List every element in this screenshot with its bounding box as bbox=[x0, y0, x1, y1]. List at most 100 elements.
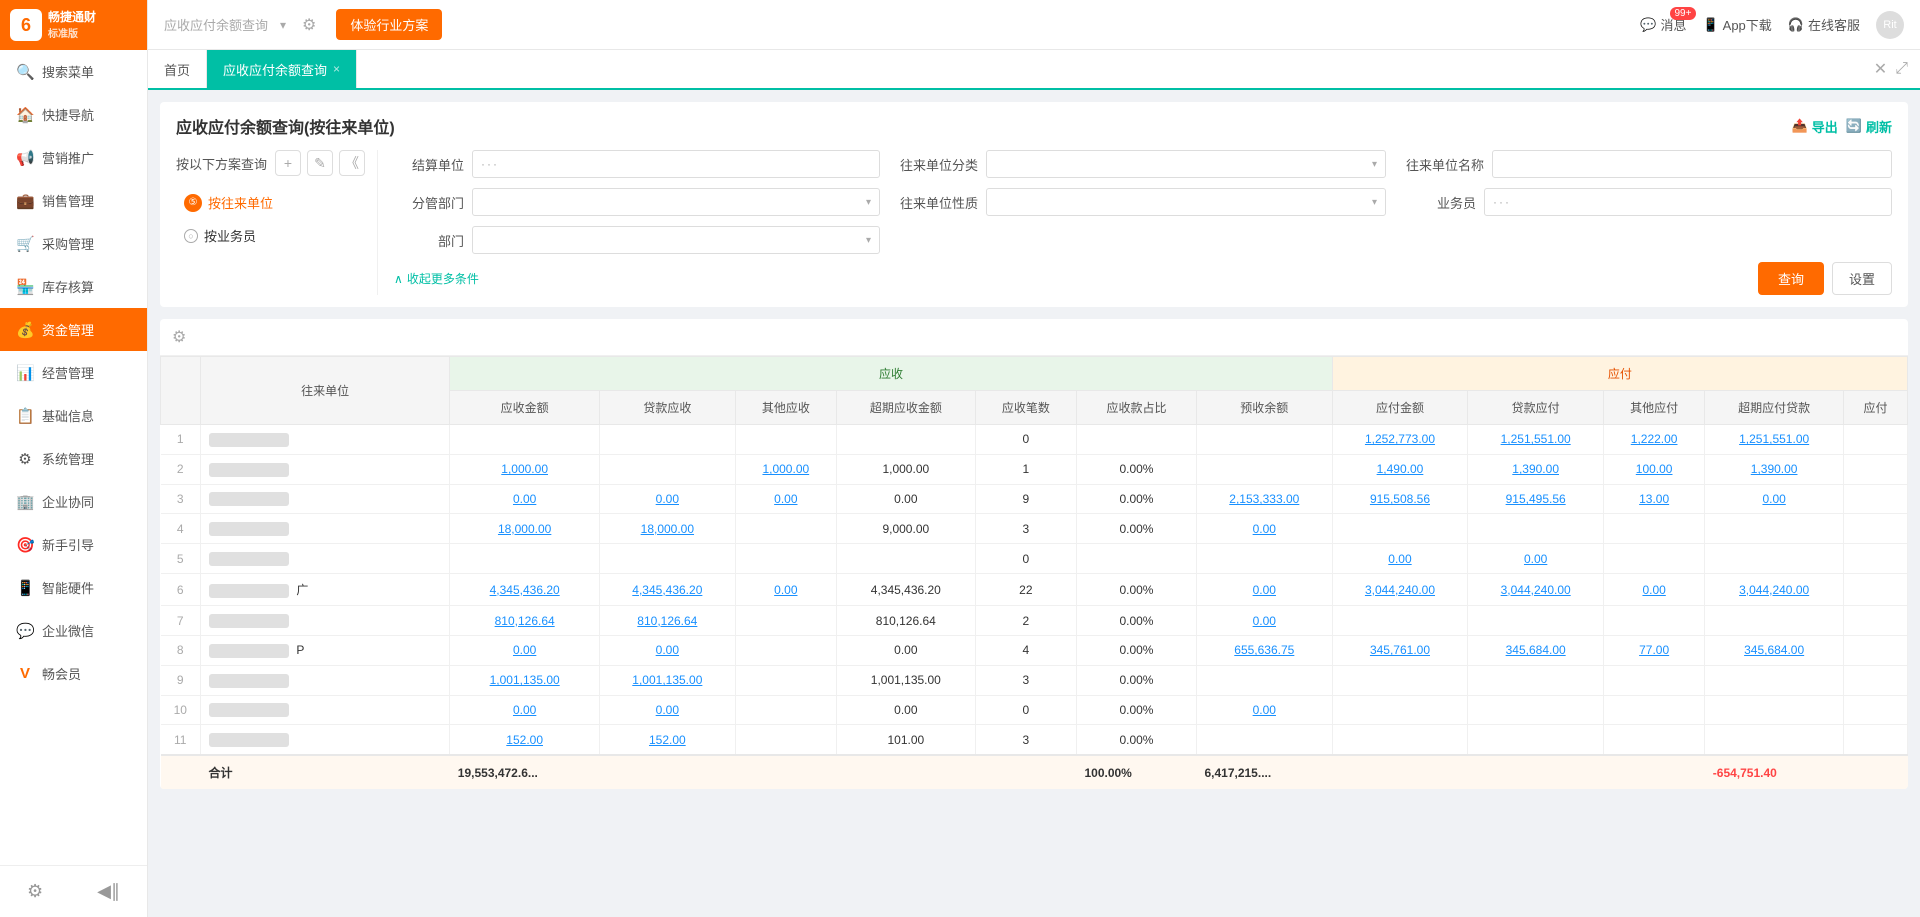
table-cell[interactable]: 1,251,551.00 bbox=[1468, 425, 1604, 455]
app-download-button[interactable]: 📱 App下载 bbox=[1702, 15, 1771, 34]
add-scheme-button[interactable]: + bbox=[275, 150, 301, 176]
header-dropdown-icon[interactable]: ▾ bbox=[280, 18, 286, 32]
table-cell[interactable]: 0.00 bbox=[735, 574, 836, 606]
table-cell[interactable]: 0.00 bbox=[450, 695, 600, 725]
table-cell[interactable]: 18,000.00 bbox=[450, 514, 600, 544]
sidebar-item-member[interactable]: V 畅会员 bbox=[0, 652, 147, 695]
settings-bottom-icon[interactable]: ⚙ bbox=[22, 876, 48, 907]
export-button[interactable]: 📤 导出 bbox=[1792, 117, 1838, 136]
table-cell[interactable]: 152.00 bbox=[450, 725, 600, 755]
sidebar-item-sales[interactable]: 💼 销售管理 bbox=[0, 179, 147, 222]
table-cell[interactable]: 810,126.64 bbox=[600, 606, 736, 636]
table-cell[interactable]: 0.00 bbox=[1196, 606, 1332, 636]
table-cell[interactable]: 0.00 bbox=[600, 635, 736, 665]
collapse-scheme-button[interactable]: 《 bbox=[339, 150, 365, 176]
table-cell[interactable]: 0.00 bbox=[1603, 574, 1704, 606]
footer-ar-prepay[interactable]: 6,417,215.... bbox=[1196, 755, 1332, 789]
table-cell-partner bbox=[201, 665, 450, 695]
table-settings-icon[interactable]: ⚙ bbox=[172, 329, 186, 346]
table-cell[interactable]: 0.00 bbox=[1468, 544, 1604, 574]
table-cell[interactable]: 1,000.00 bbox=[735, 454, 836, 484]
table-cell[interactable]: 345,684.00 bbox=[1468, 635, 1604, 665]
table-cell[interactable]: 0.00 bbox=[735, 484, 836, 514]
sidebar-item-enterprise[interactable]: 🏢 企业协同 bbox=[0, 480, 147, 523]
table-cell[interactable]: 4,345,436.20 bbox=[600, 574, 736, 606]
table-cell[interactable]: 0.00 bbox=[1332, 544, 1468, 574]
footer-ar-amount[interactable]: 19,553,472.6... bbox=[450, 755, 600, 789]
sidebar-item-marketing[interactable]: 📢 营销推广 bbox=[0, 136, 147, 179]
table-cell[interactable]: 13.00 bbox=[1603, 484, 1704, 514]
table-cell[interactable]: 345,761.00 bbox=[1332, 635, 1468, 665]
table-cell[interactable]: 1,000.00 bbox=[450, 454, 600, 484]
refresh-button[interactable]: 🔄 刷新 bbox=[1846, 117, 1892, 136]
sidebar-item-hardware[interactable]: 📱 智能硬件 bbox=[0, 566, 147, 609]
tab-close-icon[interactable]: × bbox=[333, 62, 340, 76]
sidebar-item-quick-nav[interactable]: 🏠 快捷导航 bbox=[0, 93, 147, 136]
table-cell[interactable]: 0.00 bbox=[1196, 695, 1332, 725]
scheme-by-salesperson[interactable]: ○ 按业务员 bbox=[176, 221, 365, 250]
collapse-bottom-icon[interactable]: ◀∥ bbox=[92, 876, 125, 907]
table-cell[interactable]: 1,390.00 bbox=[1468, 454, 1604, 484]
table-cell[interactable]: 915,508.56 bbox=[1332, 484, 1468, 514]
partner-nature-input[interactable]: ▾ bbox=[986, 188, 1386, 216]
user-avatar[interactable]: Rit bbox=[1876, 11, 1904, 39]
table-cell[interactable]: 810,126.64 bbox=[450, 606, 600, 636]
table-cell[interactable]: 0.00 bbox=[1196, 514, 1332, 544]
footer-ap-more bbox=[1843, 755, 1907, 789]
table-cell[interactable]: 3,044,240.00 bbox=[1332, 574, 1468, 606]
table-cell[interactable]: 4,345,436.20 bbox=[450, 574, 600, 606]
table-cell[interactable]: 0.00 bbox=[600, 484, 736, 514]
setting-button[interactable]: 设置 bbox=[1832, 262, 1892, 295]
table-cell[interactable]: 915,495.56 bbox=[1468, 484, 1604, 514]
table-cell[interactable]: 1,490.00 bbox=[1332, 454, 1468, 484]
sidebar-item-basic[interactable]: 📋 基础信息 bbox=[0, 394, 147, 437]
sidebar-item-wechat[interactable]: 💬 企业微信 bbox=[0, 609, 147, 652]
table-cell[interactable]: 1,001,135.00 bbox=[600, 665, 736, 695]
table-cell[interactable]: 0.00 bbox=[600, 695, 736, 725]
sidebar-item-guide[interactable]: 🎯 新手引导 bbox=[0, 523, 147, 566]
table-cell[interactable]: 100.00 bbox=[1603, 454, 1704, 484]
department-input[interactable]: ▾ bbox=[472, 226, 880, 254]
table-cell[interactable]: 1,251,551.00 bbox=[1705, 425, 1844, 455]
header-gear-icon[interactable]: ⚙ bbox=[302, 15, 316, 35]
table-cell[interactable]: 345,684.00 bbox=[1705, 635, 1844, 665]
tab-home[interactable]: 首页 bbox=[148, 50, 207, 88]
table-cell[interactable]: 3,044,240.00 bbox=[1705, 574, 1844, 606]
tab-expand-icon[interactable]: ⤢ bbox=[1895, 60, 1908, 78]
table-cell bbox=[1196, 544, 1332, 574]
partner-name-input[interactable] bbox=[1492, 150, 1892, 178]
table-cell[interactable]: 0.00 bbox=[450, 635, 600, 665]
online-service-button[interactable]: 🎧 在线客服 bbox=[1788, 15, 1860, 34]
partner-category-input[interactable]: ▾ bbox=[986, 150, 1386, 178]
salesperson-input[interactable]: ··· bbox=[1484, 188, 1892, 216]
tab-ar-ap-query[interactable]: 应收应付余额查询 × bbox=[207, 50, 357, 88]
sidebar-item-finance[interactable]: 💰 资金管理 bbox=[0, 308, 147, 351]
table-cell[interactable]: 152.00 bbox=[600, 725, 736, 755]
scheme-by-partner[interactable]: ⑤ 按往来单位 bbox=[176, 188, 365, 217]
sidebar-item-purchase[interactable]: 🛒 采购管理 bbox=[0, 222, 147, 265]
query-button[interactable]: 查询 bbox=[1758, 262, 1824, 295]
collapse-more-button[interactable]: ∧ 收起更多条件 bbox=[394, 266, 479, 291]
settlement-unit-input[interactable]: ··· bbox=[472, 150, 880, 178]
table-cell[interactable]: 1,222.00 bbox=[1603, 425, 1704, 455]
edit-scheme-button[interactable]: ✎ bbox=[307, 150, 333, 176]
sidebar-item-inventory[interactable]: 🏪 库存核算 bbox=[0, 265, 147, 308]
tab-close-window-icon[interactable]: ✕ bbox=[1874, 59, 1887, 79]
dept-input[interactable]: ▾ bbox=[472, 188, 880, 216]
table-cell[interactable]: 1,390.00 bbox=[1705, 454, 1844, 484]
table-cell[interactable]: 3,044,240.00 bbox=[1468, 574, 1604, 606]
promo-button[interactable]: 体验行业方案 bbox=[336, 9, 442, 40]
table-cell[interactable]: 0.00 bbox=[1196, 574, 1332, 606]
table-cell[interactable]: 18,000.00 bbox=[600, 514, 736, 544]
table-cell[interactable]: 655,636.75 bbox=[1196, 635, 1332, 665]
sidebar-item-system[interactable]: ⚙ 系统管理 bbox=[0, 437, 147, 480]
sidebar-item-search-menu[interactable]: 🔍 搜索菜单 bbox=[0, 50, 147, 93]
table-cell[interactable]: 2,153,333.00 bbox=[1196, 484, 1332, 514]
table-cell[interactable]: 1,001,135.00 bbox=[450, 665, 600, 695]
table-cell[interactable]: 77.00 bbox=[1603, 635, 1704, 665]
message-button[interactable]: 💬 消息 99+ bbox=[1640, 15, 1686, 34]
table-cell[interactable]: 0.00 bbox=[450, 484, 600, 514]
table-cell[interactable]: 1,252,773.00 bbox=[1332, 425, 1468, 455]
table-cell[interactable]: 0.00 bbox=[1705, 484, 1844, 514]
sidebar-item-operation[interactable]: 📊 经营管理 bbox=[0, 351, 147, 394]
